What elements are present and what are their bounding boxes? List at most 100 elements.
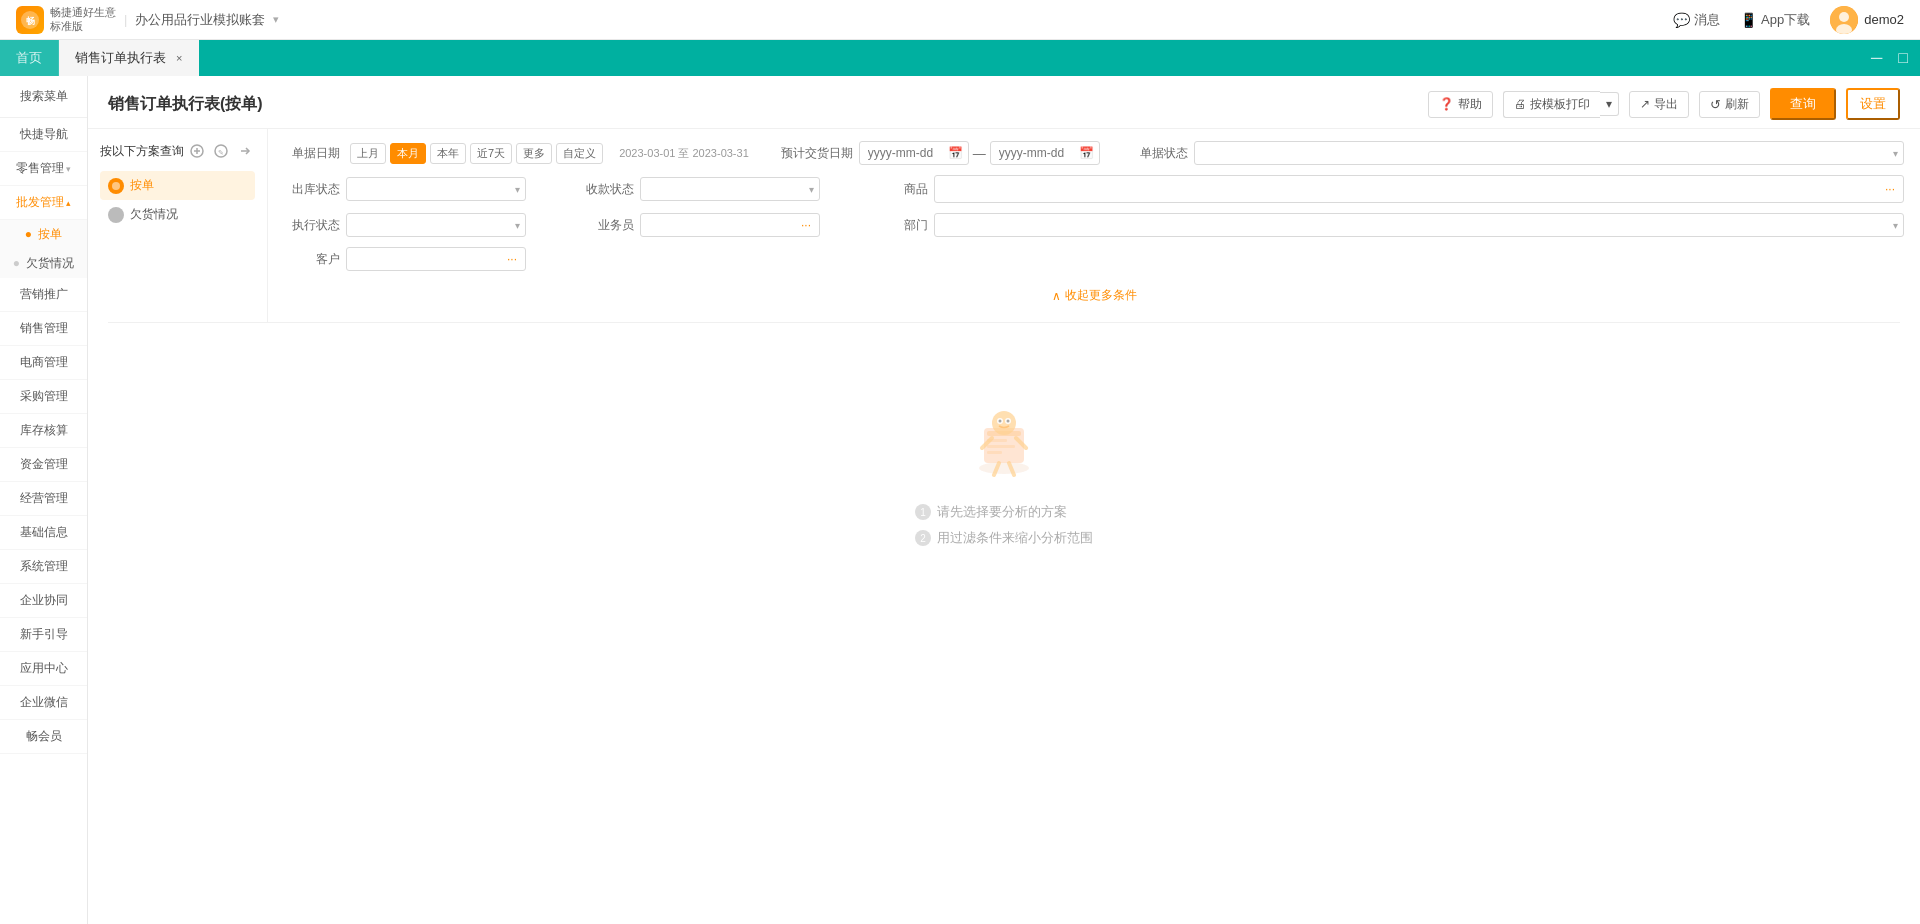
date-btn-this-month[interactable]: 本月 bbox=[390, 143, 426, 164]
user-info[interactable]: demo2 bbox=[1830, 6, 1904, 34]
system-title-dropdown[interactable]: ▾ bbox=[273, 13, 279, 26]
sidebar-item-inventory[interactable]: 库存核算 bbox=[0, 414, 87, 448]
date-btn-more[interactable]: 更多 bbox=[516, 143, 552, 164]
bill-status-select[interactable] bbox=[1194, 141, 1904, 165]
sidebar-item-collab[interactable]: 企业协同 bbox=[0, 584, 87, 618]
app-label: App下载 bbox=[1761, 11, 1810, 29]
sidebar-item-purchase[interactable]: 采购管理 bbox=[0, 380, 87, 414]
filter-item-customer: 客户 ··· bbox=[284, 247, 526, 271]
management-label: 经营管理 bbox=[20, 491, 68, 505]
collapse-scheme-icon[interactable] bbox=[235, 141, 255, 161]
print-dropdown-btn[interactable]: ▾ bbox=[1600, 92, 1619, 116]
sidebar-item-member[interactable]: 畅会员 bbox=[0, 720, 87, 754]
sub-menu-item-欠货情况[interactable]: ● 欠货情况 bbox=[0, 249, 87, 278]
sidebar-item-basic-info[interactable]: 基础信息 bbox=[0, 516, 87, 550]
app-download-btn[interactable]: App下载 bbox=[1740, 11, 1810, 29]
sub-menu-item-按单[interactable]: ● 按单 bbox=[0, 220, 87, 249]
tab-active[interactable]: 销售订单执行表 × bbox=[59, 40, 199, 76]
export-btn[interactable]: 导出 bbox=[1629, 91, 1689, 118]
page-container: 销售订单执行表(按单) 帮助 按模板打印 ▾ bbox=[88, 76, 1920, 924]
bill-status-wrapper bbox=[1194, 141, 1904, 165]
system-label: 系统管理 bbox=[20, 559, 68, 573]
payment-status-select[interactable] bbox=[640, 177, 820, 201]
tab-maximize-btn[interactable]: □ bbox=[1894, 47, 1912, 69]
header-right: 消息 App下载 demo2 bbox=[1673, 6, 1904, 34]
sidebar-item-guide[interactable]: 新手引导 bbox=[0, 618, 87, 652]
hint-num-1: 1 bbox=[915, 504, 931, 520]
message-btn[interactable]: 消息 bbox=[1673, 11, 1720, 29]
search-menu-btn[interactable]: 搜索菜单 bbox=[8, 84, 79, 109]
delivery-status-select[interactable] bbox=[346, 177, 526, 201]
refresh-icon bbox=[1710, 97, 1721, 112]
scheme-item-欠货情况[interactable]: 欠货情况 bbox=[100, 200, 255, 229]
user-name: demo2 bbox=[1864, 12, 1904, 27]
sidebar-item-marketing[interactable]: 营销推广 bbox=[0, 278, 87, 312]
svg-text:✎: ✎ bbox=[218, 149, 224, 156]
date-btn-this-year[interactable]: 本年 bbox=[430, 143, 466, 164]
payment-status-wrapper bbox=[640, 177, 820, 201]
collapse-up-icon: ∧ bbox=[1052, 289, 1061, 303]
sidebar-item-wholesale[interactable]: 批发管理 ▴ bbox=[0, 186, 87, 220]
empty-state: 1 请先选择要分析的方案 2 用过滤条件来缩小分析范围 bbox=[108, 323, 1900, 635]
date-btn-7days[interactable]: 近7天 bbox=[470, 143, 512, 164]
purchase-label: 采购管理 bbox=[20, 389, 68, 403]
filter-scheme-actions: ✎ bbox=[187, 141, 255, 161]
logo-icon: 畅 bbox=[16, 6, 44, 34]
expected-date-start[interactable] bbox=[859, 141, 969, 165]
sub-item-label: 按单 bbox=[38, 227, 62, 241]
message-icon bbox=[1673, 12, 1690, 28]
refresh-btn[interactable]: 刷新 bbox=[1699, 91, 1760, 118]
customer-input-area[interactable]: ··· bbox=[346, 247, 526, 271]
add-scheme-icon[interactable] bbox=[187, 141, 207, 161]
sidebar-item-sales[interactable]: 销售管理 bbox=[0, 312, 87, 346]
filter-item-date: 单据日期 上月 本月 本年 近7天 更多 自定义 bbox=[284, 143, 603, 164]
sidebar-item-system[interactable]: 系统管理 bbox=[0, 550, 87, 584]
wechat-label: 企业微信 bbox=[20, 695, 68, 709]
department-select[interactable] bbox=[934, 213, 1904, 237]
collab-label: 企业协同 bbox=[20, 593, 68, 607]
tab-minimize-btn[interactable]: ─ bbox=[1867, 47, 1886, 69]
sidebar-item-app-center[interactable]: 应用中心 bbox=[0, 652, 87, 686]
svg-point-3 bbox=[1839, 12, 1849, 22]
payment-status-label: 收款状态 bbox=[578, 181, 634, 198]
ecommerce-label: 电商管理 bbox=[20, 355, 68, 369]
filter-item-expected-date: 预计交货日期 📅 — 📅 bbox=[781, 141, 1100, 165]
salesperson-input-area[interactable]: ··· bbox=[640, 213, 820, 237]
exec-status-select[interactable] bbox=[346, 213, 526, 237]
goods-input-area[interactable]: ··· bbox=[934, 175, 1904, 203]
print-label: 按模板打印 bbox=[1530, 96, 1590, 113]
scheme-item-按单[interactable]: 按单 bbox=[100, 171, 255, 200]
page-header: 销售订单执行表(按单) 帮助 按模板打印 ▾ bbox=[88, 76, 1920, 129]
print-btn[interactable]: 按模板打印 bbox=[1503, 91, 1600, 118]
date-btn-last-month[interactable]: 上月 bbox=[350, 143, 386, 164]
date-btn-custom[interactable]: 自定义 bbox=[556, 143, 603, 164]
goods-more-icon[interactable]: ··· bbox=[1885, 182, 1895, 196]
sub-item-dot2: ● bbox=[13, 256, 20, 270]
sidebar-item-wechat[interactable]: 企业微信 bbox=[0, 686, 87, 720]
sidebar-item-retail[interactable]: 零售管理 ▾ bbox=[0, 152, 87, 186]
quick-nav-label: 快捷导航 bbox=[20, 127, 68, 141]
sidebar-item-ecommerce[interactable]: 电商管理 bbox=[0, 346, 87, 380]
tab-close-icon[interactable]: × bbox=[176, 52, 182, 64]
empty-icon bbox=[964, 403, 1044, 483]
expected-date-end[interactable] bbox=[990, 141, 1100, 165]
sidebar-item-finance[interactable]: 资金管理 bbox=[0, 448, 87, 482]
query-btn[interactable]: 查询 bbox=[1770, 88, 1836, 120]
tab-active-label: 销售订单执行表 bbox=[75, 49, 166, 67]
wholesale-arrow: ▴ bbox=[66, 198, 71, 208]
customer-more-icon[interactable]: ··· bbox=[507, 252, 517, 266]
sidebar-item-management[interactable]: 经营管理 bbox=[0, 482, 87, 516]
filter-scheme-title: 按以下方案查询 bbox=[100, 143, 184, 160]
sidebar-item-quick-nav[interactable]: 快捷导航 bbox=[0, 118, 87, 152]
salesperson-more-icon[interactable]: ··· bbox=[801, 218, 811, 232]
settings-btn[interactable]: 设置 bbox=[1846, 88, 1900, 120]
export-icon bbox=[1640, 97, 1650, 111]
help-btn[interactable]: 帮助 bbox=[1428, 91, 1493, 118]
collapse-btn[interactable]: ∧ 收起更多条件 bbox=[284, 281, 1904, 310]
filter-scheme-header: 按以下方案查询 bbox=[100, 141, 255, 161]
tab-bar: 首页 销售订单执行表 × ─ □ bbox=[0, 40, 1920, 76]
edit-scheme-icon[interactable]: ✎ bbox=[211, 141, 231, 161]
help-label: 帮助 bbox=[1458, 96, 1482, 113]
user-avatar bbox=[1830, 6, 1858, 34]
tab-home[interactable]: 首页 bbox=[0, 40, 59, 76]
